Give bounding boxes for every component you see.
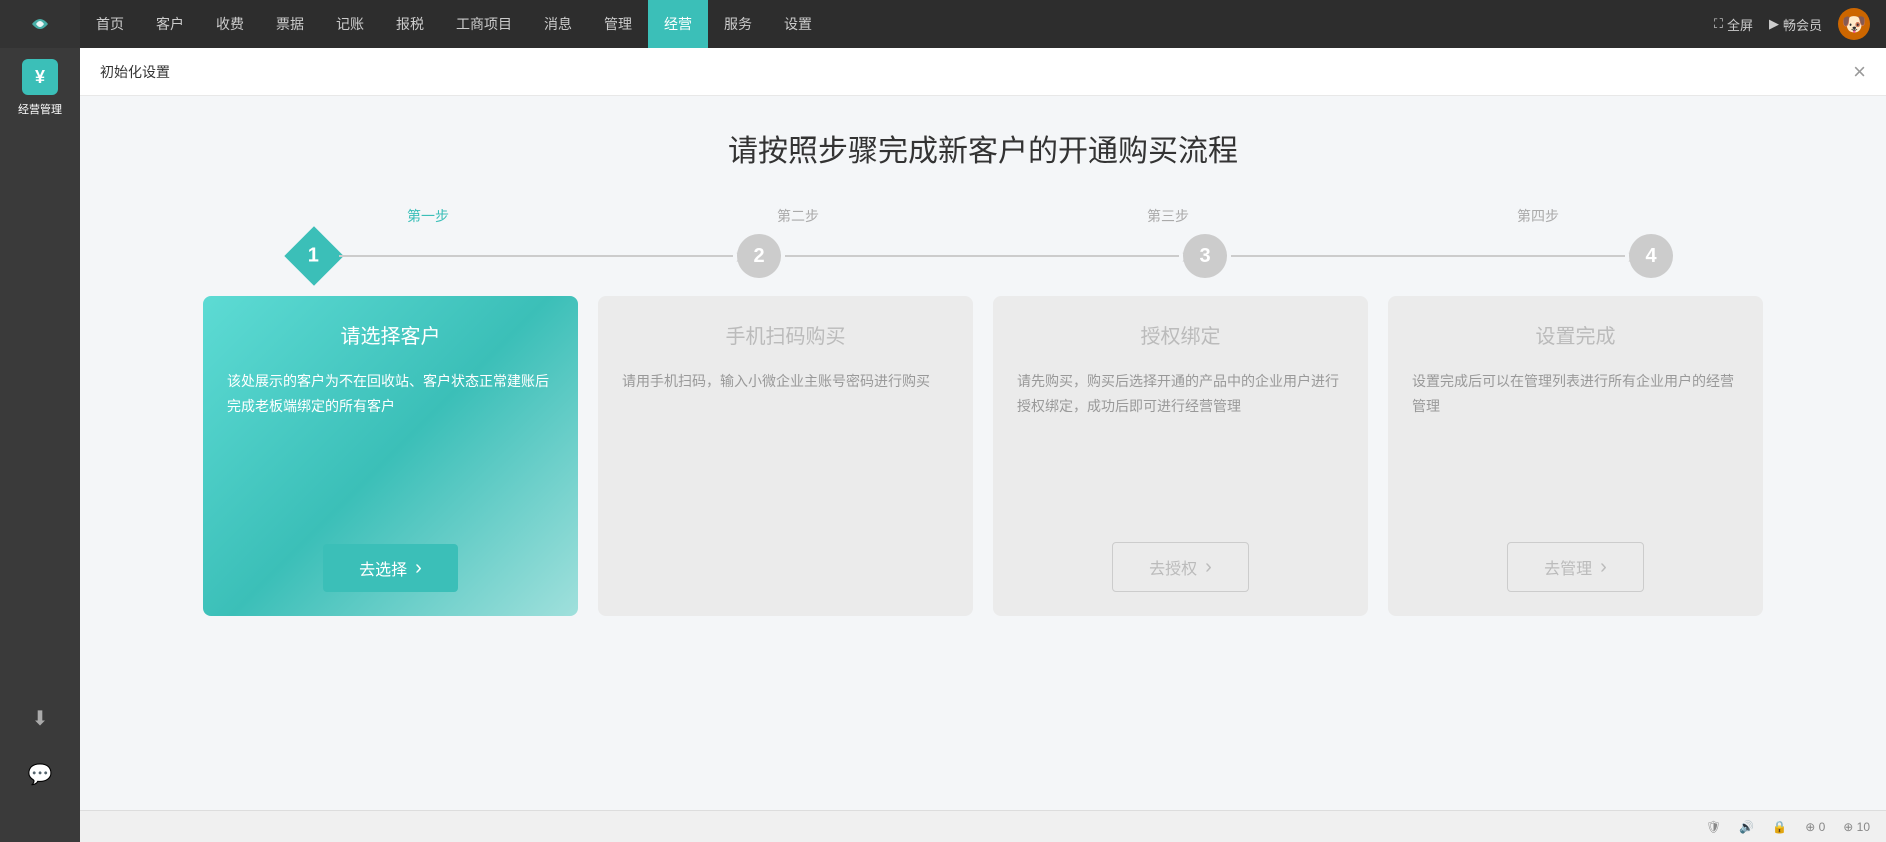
step4-card-title: 设置完成	[1412, 320, 1739, 349]
nav-item-管理[interactable]: 管理	[588, 0, 648, 48]
cards-row: 请选择客户 该处展示的客户为不在回收站、客户状态正常建账后完成老板端绑定的所有客…	[203, 296, 1763, 616]
step4-card-desc: 设置完成后可以在管理列表进行所有企业用户的经营管理	[1412, 369, 1739, 522]
nav-item-收费[interactable]: 收费	[200, 0, 260, 48]
step3-btn[interactable]: 去授权 ›	[1112, 542, 1249, 592]
step4-label: 第四步	[1353, 206, 1723, 226]
nav-item-客户[interactable]: 客户	[140, 0, 200, 48]
vip-btn[interactable]: ▶ 畅会员	[1769, 15, 1822, 34]
status-count2: ⊕ 10	[1843, 820, 1870, 834]
main-title: 请按照步骤完成新客户的开通购买流程	[728, 126, 1238, 170]
nav-item-经营[interactable]: 经营	[648, 0, 708, 48]
step3-card-desc: 请先购买，购买后选择开通的产品中的企业用户进行授权绑定，成功后即可进行经营管理	[1017, 369, 1344, 522]
step4-btn-area: 去管理 ›	[1412, 542, 1739, 592]
nav-item-服务[interactable]: 服务	[708, 0, 768, 48]
vip-icon: ▶	[1769, 16, 1779, 32]
step3-card: 授权绑定 请先购买，购买后选择开通的产品中的企业用户进行授权绑定，成功后即可进行…	[993, 296, 1368, 616]
sidebar-support-btn[interactable]: 💬	[0, 746, 80, 802]
step2-card: 手机扫码购买 请用手机扫码，输入小微企业主账号密码进行购买	[598, 296, 973, 616]
shield-icon: 🛡	[1706, 820, 1721, 834]
step1-indicator: 1	[293, 235, 335, 277]
page-title: 初始化设置	[100, 62, 170, 82]
step2-card-title: 手机扫码购买	[622, 320, 949, 349]
steps-section: 第一步 第二步 第三步 第四步 1 › 2	[203, 206, 1763, 616]
status-count1: ⊕ 0	[1805, 820, 1825, 834]
close-button[interactable]: ×	[1853, 61, 1866, 83]
step2-label: 第二步	[613, 206, 983, 226]
page-header: 初始化设置 ×	[80, 48, 1886, 96]
step4-btn[interactable]: 去管理 ›	[1507, 542, 1644, 592]
step3-indicator: 3	[1183, 234, 1227, 278]
connector-2-3: ›	[785, 255, 1179, 257]
management-icon: ¥	[22, 59, 58, 95]
main-content: 初始化设置 × 请按照步骤完成新客户的开通购买流程 第一步 第二步 第三步 第四…	[80, 48, 1886, 810]
nav-item-设置[interactable]: 设置	[768, 0, 828, 48]
nav-item-工商项目[interactable]: 工商项目	[440, 0, 528, 48]
step4-card: 设置完成 设置完成后可以在管理列表进行所有企业用户的经营管理 去管理 ›	[1388, 296, 1763, 616]
nav-item-票据[interactable]: 票据	[260, 0, 320, 48]
step4-indicator: 4	[1629, 234, 1673, 278]
step3-card-title: 授权绑定	[1017, 320, 1344, 349]
step1-btn[interactable]: 去选择 ›	[323, 544, 458, 592]
step-labels-row: 第一步 第二步 第三步 第四步	[203, 206, 1763, 226]
nav-logo	[0, 0, 80, 48]
nav-item-报税[interactable]: 报税	[380, 0, 440, 48]
download-icon: ⬇	[32, 706, 49, 731]
fullscreen-btn[interactable]: ⛶ 全屏	[1714, 15, 1753, 34]
content-area: 请按照步骤完成新客户的开通购买流程 第一步 第二步 第三步 第四步 1	[80, 96, 1886, 810]
support-icon: 💬	[28, 762, 53, 787]
step3-label: 第三步	[983, 206, 1353, 226]
nav-item-消息[interactable]: 消息	[528, 0, 588, 48]
step3-btn-area: 去授权 ›	[1017, 542, 1344, 592]
fullscreen-icon: ⛶	[1714, 16, 1723, 32]
nav-item-首页[interactable]: 首页	[80, 0, 140, 48]
step1-btn-area: 去选择 ›	[227, 544, 554, 592]
status-bar: ▶ 完成 🛡 🔊 🔒 ⊕ 0 ⊕ 10	[0, 810, 1886, 842]
sidebar-label: 经营管理	[18, 101, 62, 117]
sidebar-item-management[interactable]: ¥ 经营管理	[0, 48, 80, 128]
connector-1-2: ›	[339, 255, 733, 257]
status-right: 🛡 🔊 🔒 ⊕ 0 ⊕ 10	[1706, 820, 1870, 834]
sidebar-download-btn[interactable]: ⬇	[0, 690, 80, 746]
step1-card-desc: 该处展示的客户为不在回收站、客户状态正常建账后完成老板端绑定的所有客户	[227, 369, 554, 524]
step2-card-desc: 请用手机扫码，输入小微企业主账号密码进行购买	[622, 369, 949, 592]
lock-icon: 🔒	[1772, 820, 1787, 834]
connector-3-4: ›	[1231, 255, 1625, 257]
volume-icon: 🔊	[1739, 820, 1754, 834]
nav-item-记账[interactable]: 记账	[320, 0, 380, 48]
step1-card: 请选择客户 该处展示的客户为不在回收站、客户状态正常建账后完成老板端绑定的所有客…	[203, 296, 578, 616]
step1-label: 第一步	[243, 206, 613, 226]
steps-track: 1 › 2 › 3 › 4	[203, 234, 1763, 278]
step2-indicator: 2	[737, 234, 781, 278]
sidebar: ¥ 经营管理 ⬇ 💬	[0, 48, 80, 842]
avatar[interactable]: 🐶	[1838, 8, 1870, 40]
step1-card-title: 请选择客户	[227, 320, 554, 349]
